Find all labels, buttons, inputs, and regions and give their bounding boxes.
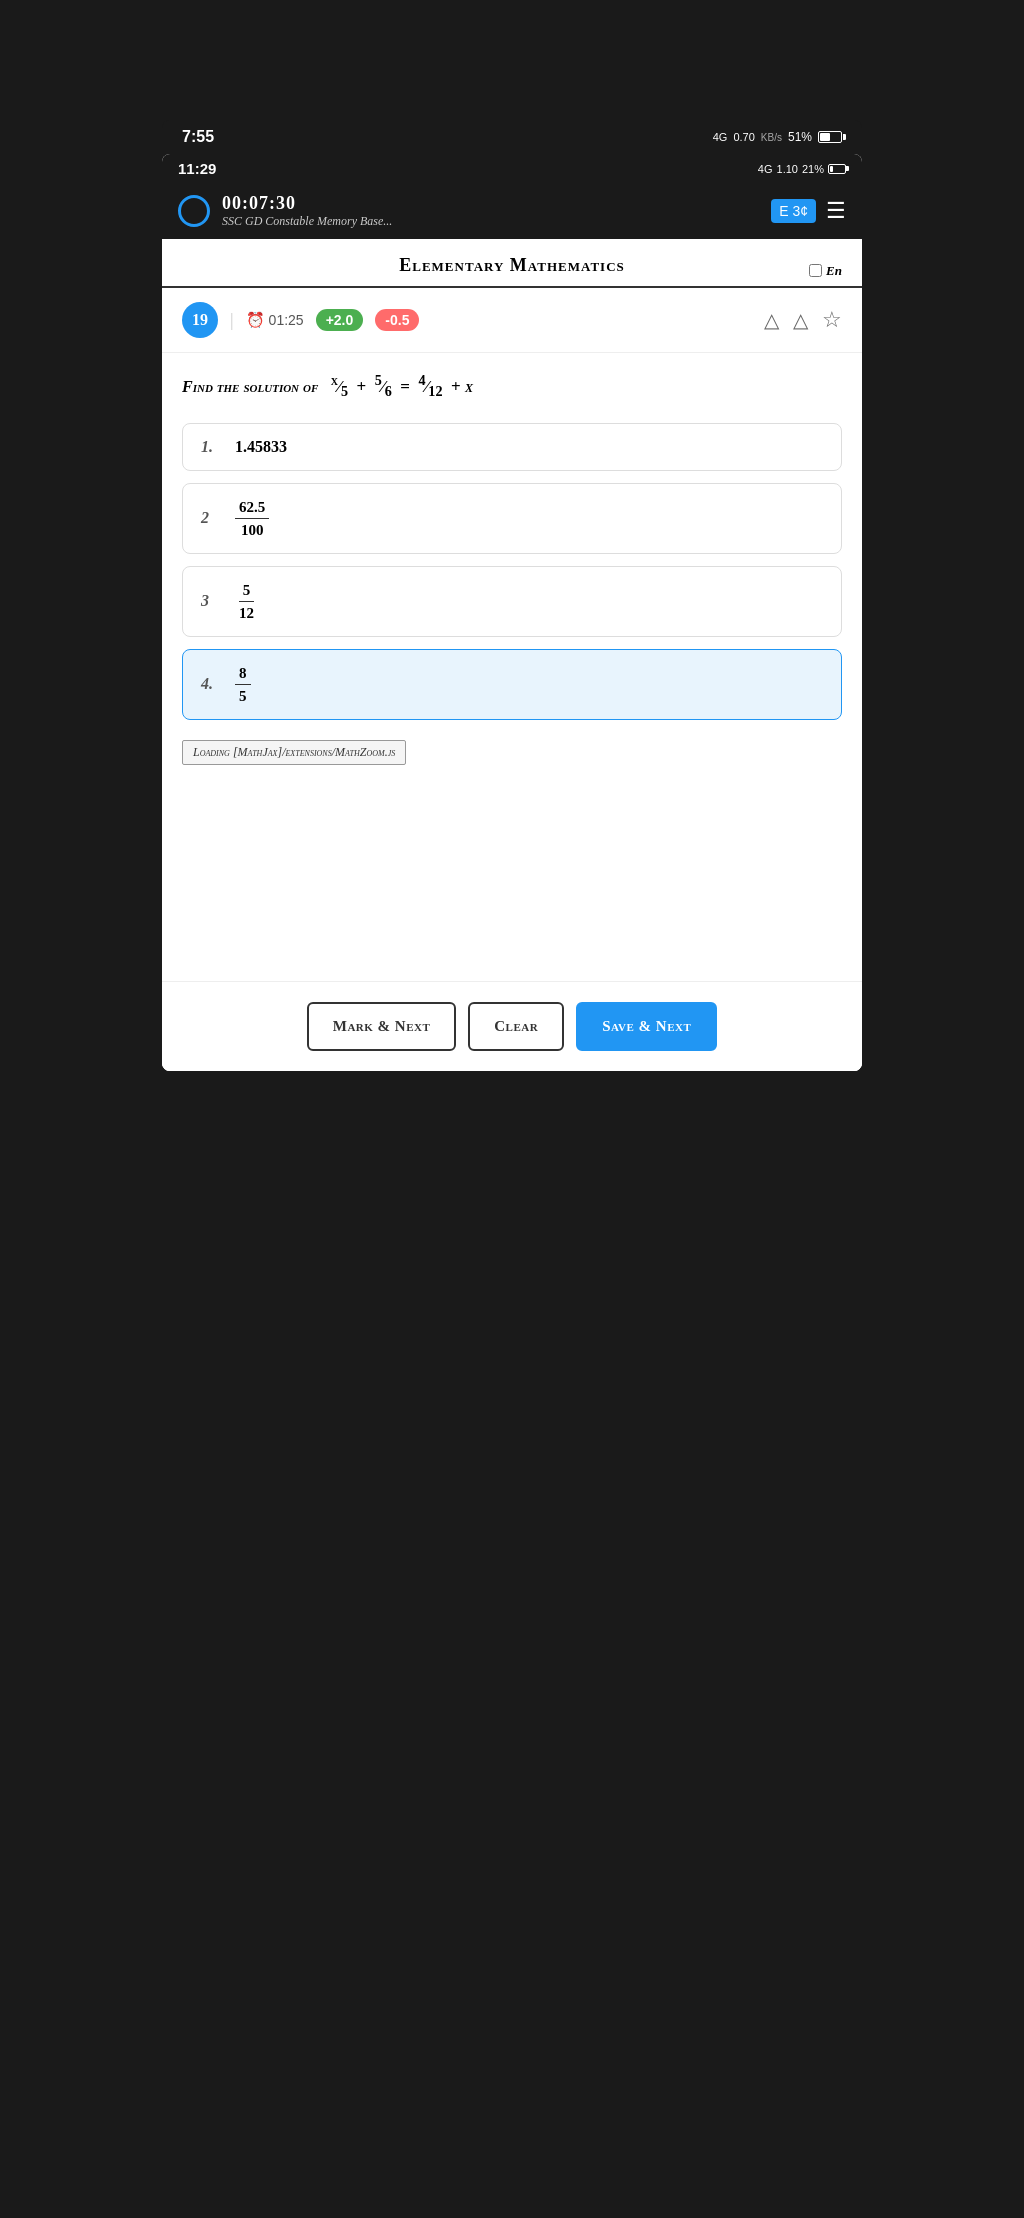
option-3-denominator: 12 [235,602,258,622]
clear-button[interactable]: Clear [468,1002,564,1051]
question-meta-bar: 19 | ⏰ 01:25 +2.0 -0.5 △ △ ☆ [162,288,862,353]
option-1-value: 1.45833 [235,438,287,456]
subject-header: Elementary Mathematics En [162,239,862,288]
question-label: Find the solution of [182,378,318,395]
bookmark-icon[interactable]: △ [793,308,808,332]
countdown-timer: 00:07:30 [222,193,759,214]
outer-time: 7:55 [182,128,214,146]
outer-speed: 0.70 [733,131,754,143]
option-2-denominator: 100 [237,519,268,539]
lang-checkbox-input[interactable] [809,264,822,277]
alert-icon[interactable]: △ [764,308,779,332]
timer-circle-icon [178,195,210,227]
app-subtitle: SSC GD Constable Memory Base... [222,214,759,229]
inner-battery-icon [828,164,846,174]
inner-battery-pct: 21% [802,163,824,175]
inner-status-bar: 11:29 4G 1.10 21% [162,154,862,183]
loading-indicator: Loading [MathJax]/extensions/MathZoom.js [162,736,862,781]
language-toggle[interactable]: En [809,263,842,279]
option-2-fraction: 62.5 100 [235,498,269,539]
lang-label: En [826,263,842,279]
inner-speed: 1.10 [777,163,798,175]
book-icon[interactable]: E 3¢ [771,199,816,223]
option-3-label: 3 [201,592,221,610]
meta-divider: | [230,310,234,331]
menu-icon[interactable]: ☰ [826,198,846,224]
option-4-denominator: 5 [235,685,251,705]
clock-icon: ⏰ [246,311,265,329]
star-icon[interactable]: ☆ [822,307,842,333]
battery-icon [818,131,842,143]
option-2-label: 2 [201,509,221,527]
option-1-label: 1. [201,438,221,456]
option-2-numerator: 62.5 [235,498,269,519]
positive-score-badge: +2.0 [316,309,364,331]
inner-time: 11:29 [178,160,216,177]
inner-network: 4G [758,163,773,175]
question-time-value: 01:25 [269,312,304,328]
question-text: Find the solution of x⁄5 + 5⁄6 = 4⁄12 + … [162,353,862,423]
option-4-label: 4. [201,675,221,693]
option-1[interactable]: 1. 1.45833 [182,423,842,471]
app-header: 00:07:30 SSC GD Constable Memory Base...… [162,183,862,239]
option-2[interactable]: 2 62.5 100 [182,483,842,554]
option-4-numerator: 8 [235,664,251,685]
option-3-fraction: 5 12 [235,581,258,622]
outer-kbps: KB/s [761,132,782,143]
mark-next-button[interactable]: Mark & Next [307,1002,457,1051]
subject-title: Elementary Mathematics [182,255,842,286]
save-next-button[interactable]: Save & Next [576,1002,717,1051]
option-4[interactable]: 4. 8 5 [182,649,842,720]
loading-text: Loading [MathJax]/extensions/MathZoom.js [182,740,406,765]
action-bar: Mark & Next Clear Save & Next [162,981,862,1071]
options-list: 1. 1.45833 2 62.5 100 3 5 12 [162,423,862,736]
option-3[interactable]: 3 5 12 [182,566,842,637]
content-spacer [162,781,862,981]
option-4-fraction: 8 5 [235,664,251,705]
question-equation: x⁄5 + 5⁄6 = 4⁄12 + x [322,377,473,396]
outer-percent: 51% [788,130,812,144]
outer-network: 4G [713,131,728,143]
negative-score-badge: -0.5 [375,309,419,331]
option-3-numerator: 5 [239,581,255,602]
question-number-badge: 19 [182,302,218,338]
question-timer: ⏰ 01:25 [246,311,304,329]
